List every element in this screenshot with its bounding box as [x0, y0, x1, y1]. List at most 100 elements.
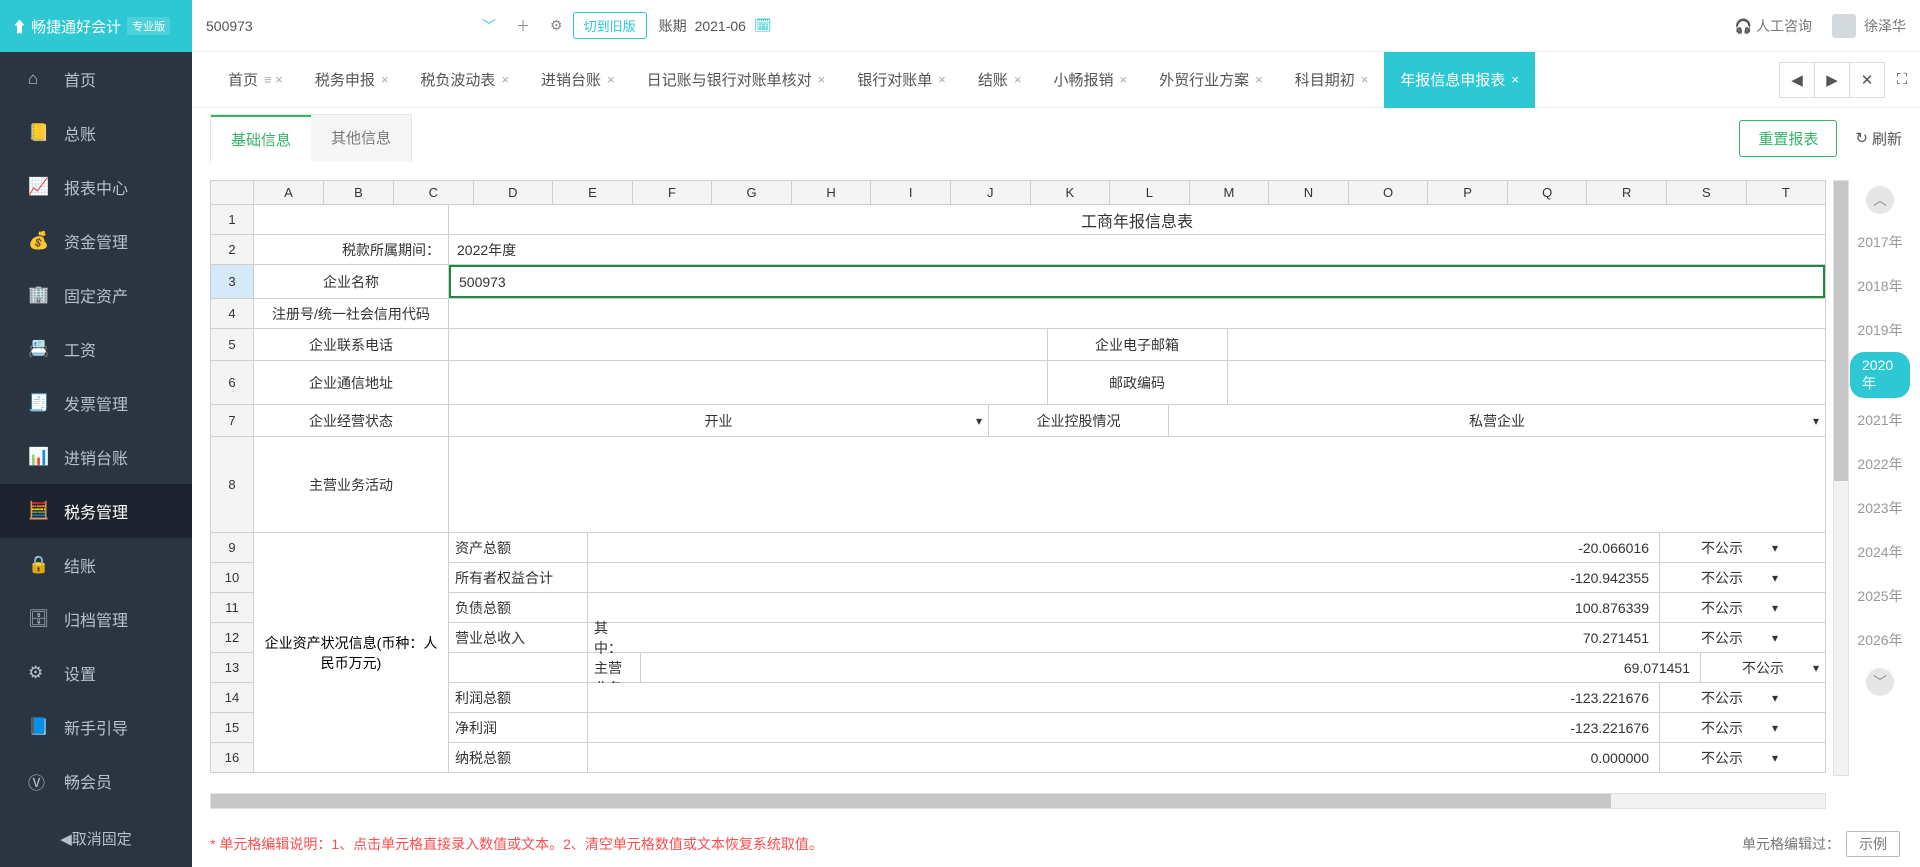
row-header[interactable]: 9: [210, 533, 254, 563]
row-label[interactable]: 税款所属期间：: [254, 235, 449, 265]
year-2021年[interactable]: 2021年: [1857, 398, 1902, 442]
add-button[interactable]: ＋: [516, 16, 530, 36]
row-content[interactable]: [449, 299, 1826, 329]
nav-发票管理[interactable]: 🧾发票管理: [0, 376, 192, 430]
tab-日记账与银行对账单核对[interactable]: 日记账与银行对账单核对×: [631, 52, 842, 108]
year-2022年[interactable]: 2022年: [1857, 442, 1902, 486]
row-header[interactable]: 6: [210, 361, 254, 405]
close-icon[interactable]: ×: [1119, 72, 1127, 87]
nav-资金管理[interactable]: 💰资金管理: [0, 214, 192, 268]
dropdown-icon[interactable]: ▾: [1772, 721, 1778, 735]
year-2024年[interactable]: 2024年: [1857, 530, 1902, 574]
col-header[interactable]: D: [474, 180, 554, 205]
row-header[interactable]: 7: [210, 405, 254, 437]
year-2020年[interactable]: 2020年: [1850, 352, 1910, 398]
horizontal-scrollbar[interactable]: [210, 793, 1826, 809]
refresh-button[interactable]: ↻ 刷新: [1855, 128, 1902, 149]
close-icon[interactable]: ×: [1511, 72, 1519, 87]
fullscreen-button[interactable]: ⛶: [1884, 62, 1920, 98]
year-2023年[interactable]: 2023年: [1857, 486, 1902, 530]
tab-小畅报销[interactable]: 小畅报销×: [1037, 52, 1143, 108]
dropdown-icon[interactable]: ▾: [1772, 541, 1778, 555]
year-2018年[interactable]: 2018年: [1857, 264, 1902, 308]
nav-固定资产[interactable]: 🏢固定资产: [0, 268, 192, 322]
col-header[interactable]: H: [792, 180, 872, 205]
consult-button[interactable]: 🎧 人工咨询: [1735, 16, 1812, 36]
col-header[interactable]: T: [1747, 180, 1827, 205]
dropdown-icon[interactable]: ▾: [1813, 414, 1819, 428]
tab-年报信息申报表[interactable]: 年报信息申报表×: [1384, 52, 1535, 108]
col-header[interactable]: J: [951, 180, 1031, 205]
row-label[interactable]: 企业联系电话: [254, 329, 449, 361]
subtab-basic[interactable]: 基础信息: [211, 115, 311, 162]
nav-畅会员[interactable]: Ⓥ畅会员: [0, 754, 192, 808]
nav-归档管理[interactable]: 🗄归档管理: [0, 592, 192, 646]
row-header[interactable]: 3: [210, 265, 254, 299]
row-header[interactable]: 5: [210, 329, 254, 361]
nav-税务管理[interactable]: 🧮税务管理: [0, 484, 192, 538]
year-up[interactable]: ︿: [1866, 186, 1894, 214]
col-header[interactable]: L: [1110, 180, 1190, 205]
col-header[interactable]: I: [871, 180, 951, 205]
nav-总账[interactable]: 📒总账: [0, 106, 192, 160]
col-header[interactable]: S: [1667, 180, 1747, 205]
row-label[interactable]: 主营业务活动: [254, 437, 449, 533]
vertical-scrollbar[interactable]: [1833, 180, 1849, 776]
col-header[interactable]: P: [1428, 180, 1508, 205]
col-header[interactable]: E: [553, 180, 633, 205]
dropdown-icon[interactable]: ▾: [1772, 751, 1778, 765]
reset-report-button[interactable]: 重置报表: [1739, 120, 1837, 157]
tab-税负波动表[interactable]: 税负波动表×: [404, 52, 525, 108]
col-header[interactable]: C: [394, 180, 474, 205]
period-value[interactable]: 2021-06: [695, 18, 746, 34]
row-header[interactable]: 13: [210, 653, 254, 683]
close-icon[interactable]: ×: [607, 72, 615, 87]
row-header[interactable]: 14: [210, 683, 254, 713]
close-icon[interactable]: ×: [1255, 72, 1263, 87]
row-content[interactable]: 资产总额-20.066016不公示▾: [449, 533, 1826, 563]
row-content[interactable]: 企业电子邮箱: [449, 329, 1826, 361]
row-content[interactable]: 负债总额100.876339不公示▾: [449, 593, 1826, 623]
row-header[interactable]: 10: [210, 563, 254, 593]
dropdown-icon[interactable]: ▾: [1772, 691, 1778, 705]
row-header[interactable]: 12: [210, 623, 254, 653]
tabs-next[interactable]: ▶: [1814, 62, 1850, 98]
col-header[interactable]: N: [1269, 180, 1349, 205]
nav-工资[interactable]: 📇工资: [0, 322, 192, 376]
row-content[interactable]: 500973: [449, 265, 1826, 299]
row-content[interactable]: 工商年报信息表: [449, 205, 1826, 235]
row-header[interactable]: 1: [210, 205, 254, 235]
tab-银行对账单[interactable]: 银行对账单×: [841, 52, 962, 108]
nav-结账[interactable]: 🔒结账: [0, 538, 192, 592]
row-label[interactable]: [254, 205, 449, 235]
tabs-close[interactable]: ✕: [1849, 62, 1885, 98]
tab-科目期初[interactable]: 科目期初×: [1279, 52, 1385, 108]
row-label[interactable]: 企业名称: [254, 265, 449, 299]
row-label[interactable]: 企业通信地址: [254, 361, 449, 405]
row-header[interactable]: 2: [210, 235, 254, 265]
close-icon[interactable]: ×: [938, 72, 946, 87]
nav-报表中心[interactable]: 📈报表中心: [0, 160, 192, 214]
row-content[interactable]: 所有者权益合计-120.942355不公示▾: [449, 563, 1826, 593]
year-down[interactable]: ﹀: [1866, 668, 1894, 696]
calendar-icon[interactable]: 🗓: [754, 17, 772, 34]
col-header[interactable]: R: [1587, 180, 1667, 205]
unpin-button[interactable]: ◀ 取消固定: [0, 828, 192, 849]
tabs-prev[interactable]: ◀: [1779, 62, 1815, 98]
year-2026年[interactable]: 2026年: [1857, 618, 1902, 662]
close-icon[interactable]: ×: [1361, 72, 1369, 87]
row-header[interactable]: 8: [210, 437, 254, 533]
close-icon[interactable]: ×: [381, 72, 389, 87]
row-header[interactable]: 11: [210, 593, 254, 623]
close-icon[interactable]: ×: [818, 72, 826, 87]
row-label[interactable]: 企业经营状态: [254, 405, 449, 437]
row-label[interactable]: 注册号/统一社会信用代码: [254, 299, 449, 329]
year-2025年[interactable]: 2025年: [1857, 574, 1902, 618]
tab-首页[interactable]: 首页≡ ×: [212, 52, 299, 108]
nav-进销台账[interactable]: 📊进销台账: [0, 430, 192, 484]
row-header[interactable]: 15: [210, 713, 254, 743]
row-content[interactable]: 邮政编码: [449, 361, 1826, 405]
sheet-corner[interactable]: [210, 180, 254, 205]
user-menu[interactable]: 徐泽华: [1832, 14, 1906, 38]
col-header[interactable]: M: [1190, 180, 1270, 205]
